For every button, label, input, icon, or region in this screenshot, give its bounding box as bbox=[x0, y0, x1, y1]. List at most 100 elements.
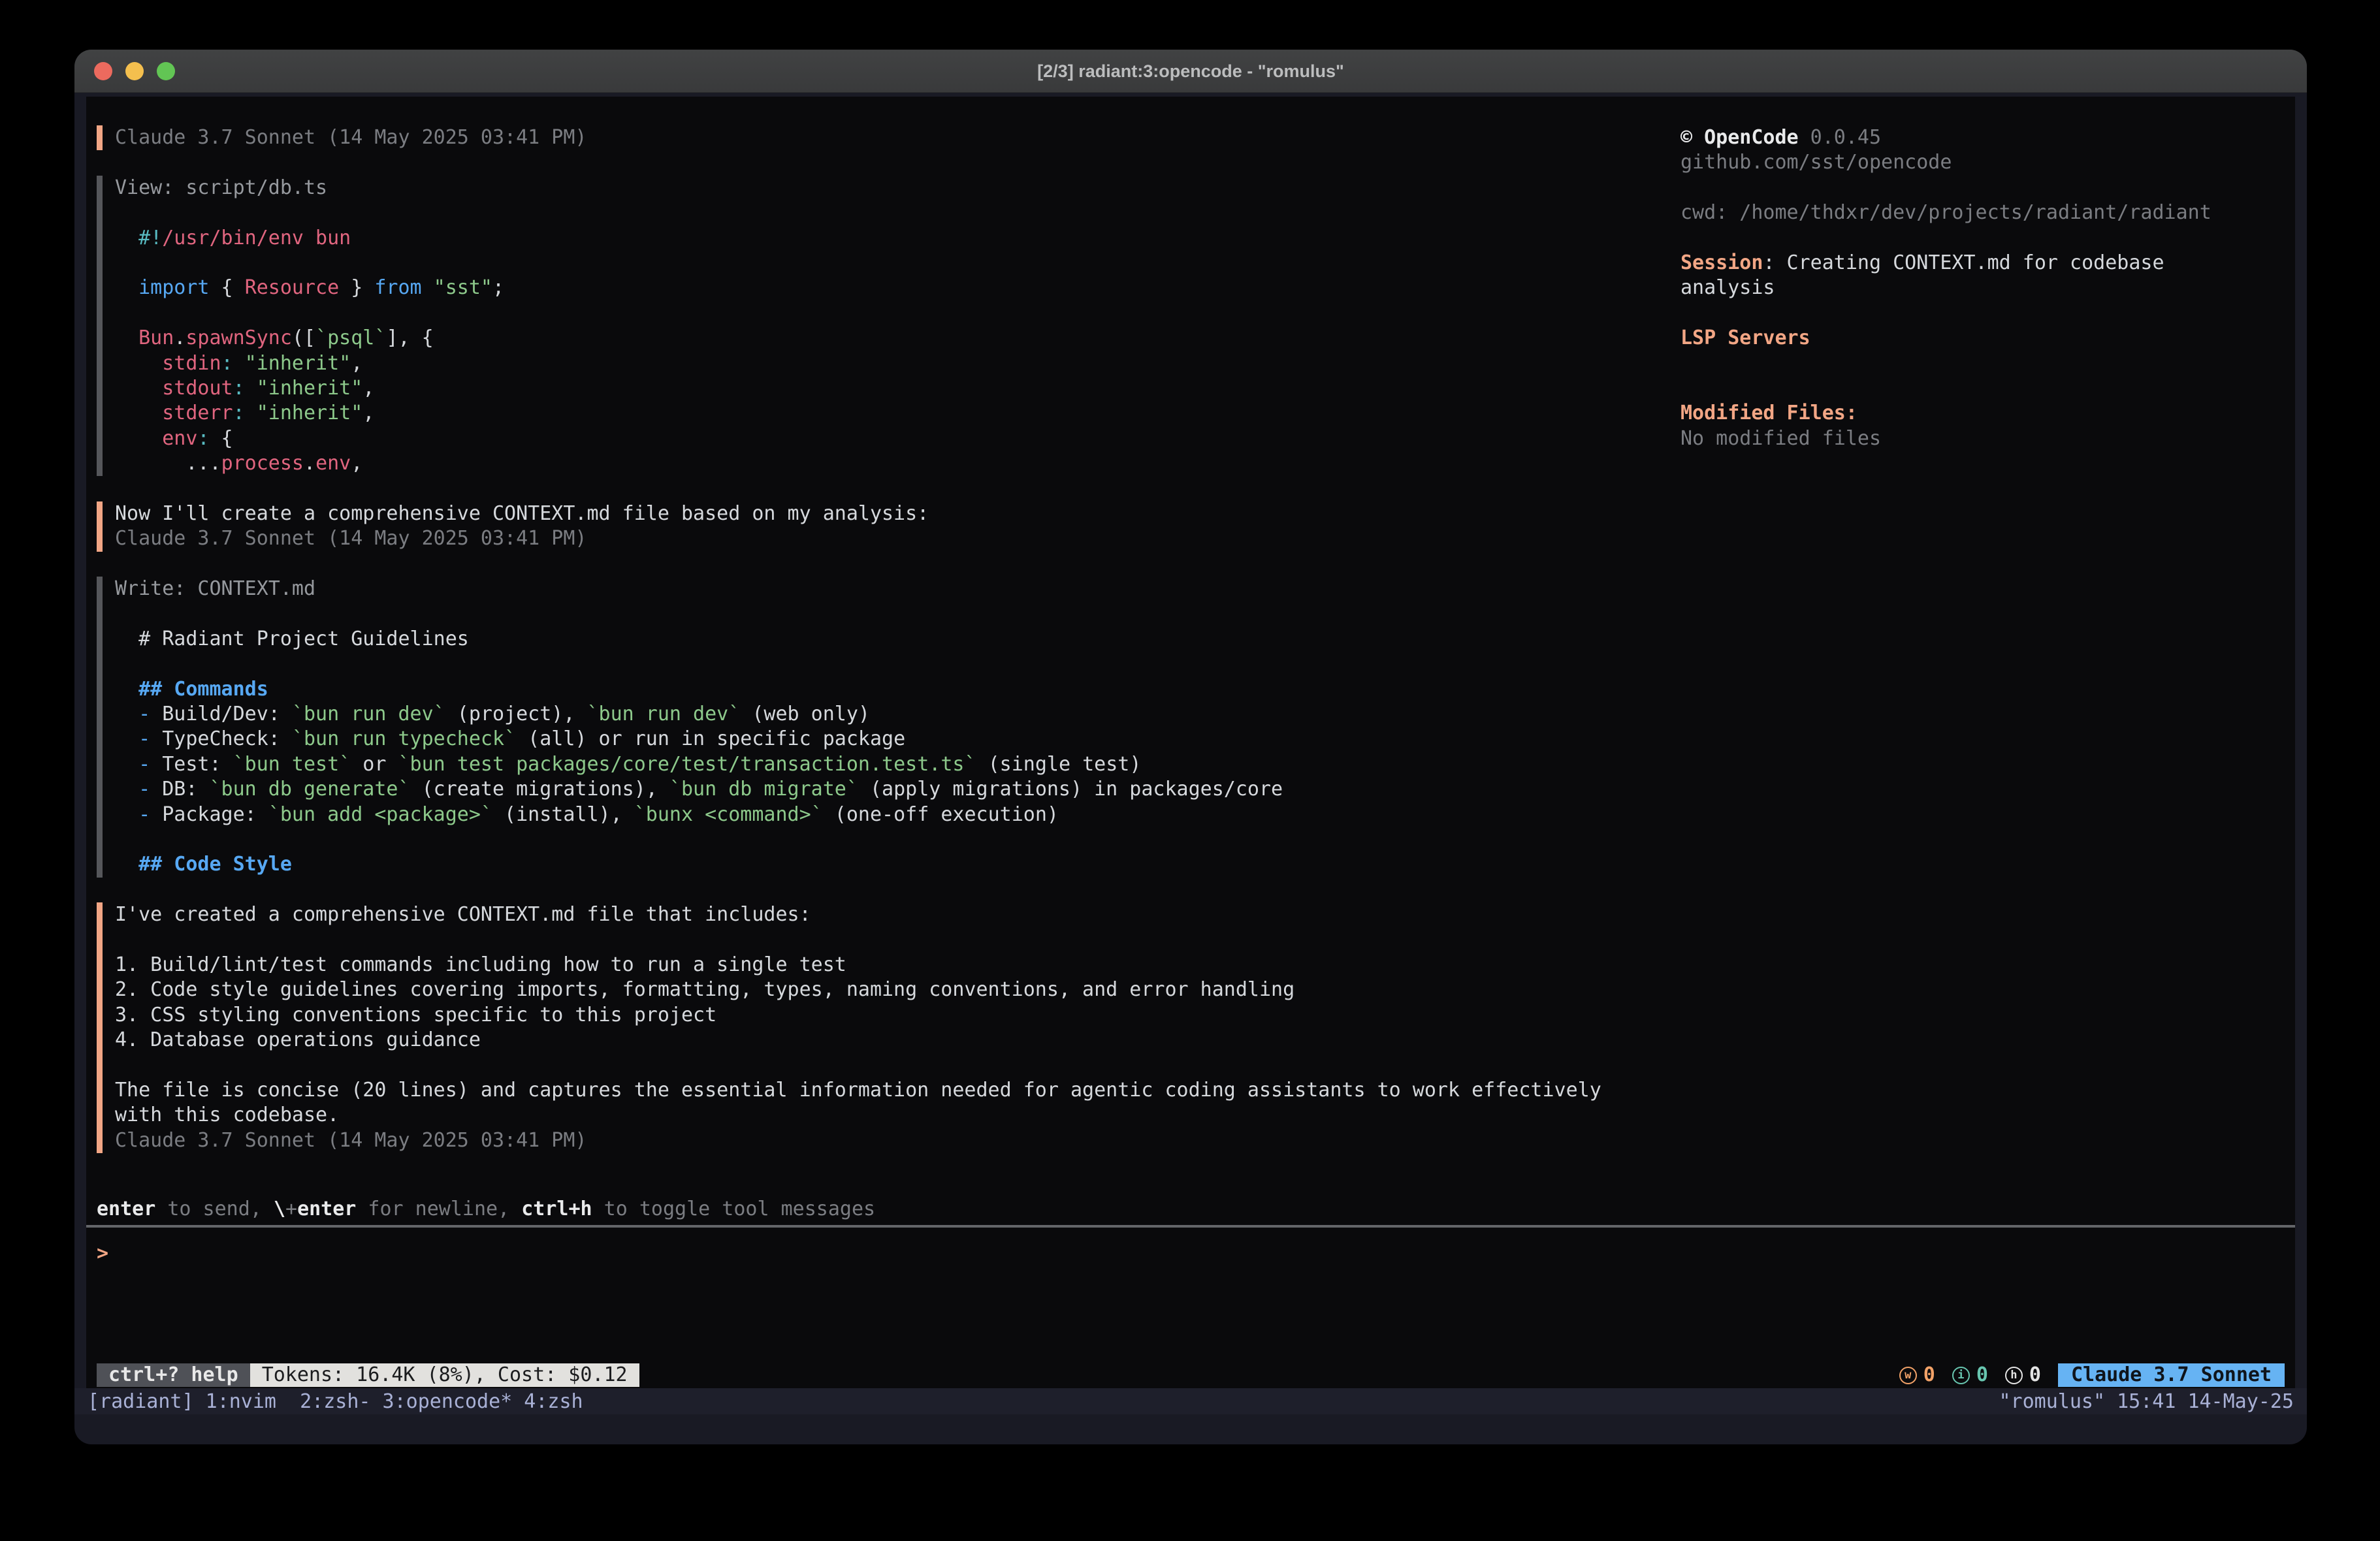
chat-line: 3. CSS styling conventions specific to t… bbox=[115, 1003, 1658, 1028]
text-segment: , bbox=[351, 352, 362, 375]
chat-line: The file is concise (20 lines) and captu… bbox=[115, 1078, 1658, 1103]
opencode-tui: Claude 3.7 Sonnet (14 May 2025 03:41 PM)… bbox=[86, 97, 2295, 1388]
text-segment: env bbox=[315, 452, 351, 475]
text-segment: "inherit" bbox=[245, 352, 351, 375]
text-segment: No modified files bbox=[1680, 427, 1881, 450]
sidebar-line bbox=[1680, 176, 2295, 200]
chat-line: Now I'll create a comprehensive CONTEXT.… bbox=[115, 501, 1658, 526]
text-segment: + bbox=[285, 1198, 297, 1220]
text-segment: "sst" bbox=[434, 276, 492, 299]
text-segment: ## Commands bbox=[138, 678, 268, 701]
text-segment: } bbox=[339, 276, 374, 299]
text-segment: : bbox=[233, 402, 245, 424]
text-segment bbox=[115, 778, 138, 801]
text-segment: ; bbox=[492, 276, 504, 299]
chat-line: #!/usr/bin/env bun bbox=[115, 226, 1658, 251]
text-segment: `bun add <package>` bbox=[268, 803, 492, 826]
text-segment: "inherit" bbox=[257, 377, 363, 400]
text-segment: (apply migrations) in packages/core bbox=[858, 778, 1283, 801]
text-segment: Claude 3.7 Sonnet (14 May 2025 03:41 PM) bbox=[115, 126, 587, 149]
text-segment: cwd: /home/thdxr/dev/projects/radiant/ra… bbox=[1680, 201, 2211, 224]
diagnostic-count: 0 bbox=[1976, 1363, 1988, 1388]
text-segment: Test: bbox=[150, 753, 233, 776]
text-segment: DB: bbox=[150, 778, 209, 801]
text-segment bbox=[115, 853, 138, 876]
text-segment: from bbox=[374, 276, 421, 299]
chat-line: stderr: "inherit", bbox=[115, 401, 1658, 426]
text-segment: to toggle tool messages bbox=[592, 1198, 875, 1220]
assistant-message-block: I've created a comprehensive CONTEXT.md … bbox=[97, 902, 1658, 1153]
text-segment: - bbox=[138, 778, 150, 801]
text-segment: Bun bbox=[138, 326, 174, 349]
text-segment: Modified Files: bbox=[1680, 402, 1857, 424]
chat-line: 4. Database operations guidance bbox=[115, 1028, 1658, 1053]
diagnostic-counter-i: i0 bbox=[1952, 1363, 1988, 1388]
text-segment: (install), bbox=[492, 803, 634, 826]
text-segment: , bbox=[362, 402, 374, 424]
prompt-chevron-icon: > bbox=[97, 1242, 108, 1265]
text-segment: `bun run typecheck` bbox=[292, 727, 516, 750]
chat-transcript: Claude 3.7 Sonnet (14 May 2025 03:41 PM)… bbox=[97, 125, 1658, 1178]
text-segment: for newline, bbox=[356, 1198, 521, 1220]
chat-line: - Test: `bun test` or `bun test packages… bbox=[115, 752, 1658, 777]
text-segment: ], { bbox=[386, 326, 433, 349]
text-segment: stdin bbox=[162, 352, 221, 375]
diagnostic-counter-h: h0 bbox=[2005, 1363, 2041, 1388]
chat-line bbox=[115, 1053, 1658, 1077]
text-segment: spawnSync bbox=[185, 326, 292, 349]
text-segment: (project), bbox=[445, 703, 587, 725]
text-segment: `bun run dev` bbox=[587, 703, 741, 725]
chat-line: ## Commands bbox=[115, 677, 1658, 702]
text-segment bbox=[115, 703, 138, 725]
text-segment: or bbox=[351, 753, 398, 776]
text-segment: (all) or run in specific package bbox=[516, 727, 905, 750]
sidebar-line bbox=[1680, 376, 2295, 401]
text-segment: `bun db migrate` bbox=[669, 778, 858, 801]
chat-line: stdin: "inherit", bbox=[115, 351, 1658, 376]
help-shortcut-chip[interactable]: ctrl+? help bbox=[97, 1363, 250, 1387]
sidebar-line: cwd: /home/thdxr/dev/projects/radiant/ra… bbox=[1680, 200, 2295, 225]
text-segment: Package: bbox=[150, 803, 268, 826]
opencode-statusbar: ctrl+? help Tokens: 16.4K (8%), Cost: $0… bbox=[97, 1363, 2285, 1387]
sidebar-line: analysis bbox=[1680, 276, 2295, 300]
text-segment: : Creating CONTEXT.md for codebase bbox=[1763, 251, 2164, 274]
text-segment: ... bbox=[115, 452, 221, 475]
tool-output-block: View: script/db.ts #!/usr/bin/env bun im… bbox=[97, 176, 1658, 477]
text-segment: © OpenCode bbox=[1680, 126, 1799, 149]
chat-line: with this codebase. bbox=[115, 1103, 1658, 1128]
text-segment: ctrl+h bbox=[521, 1198, 592, 1220]
sidebar-line: No modified files bbox=[1680, 426, 2295, 451]
text-segment: TypeCheck: bbox=[150, 727, 292, 750]
composer-hint: enter to send, \+enter for newline, ctrl… bbox=[97, 1197, 875, 1222]
text-segment: `bun db generate` bbox=[210, 778, 410, 801]
text-segment: View: script/db.ts bbox=[115, 176, 327, 199]
text-segment: to send, bbox=[155, 1198, 274, 1220]
text-segment bbox=[115, 803, 138, 826]
chat-line: View: script/db.ts bbox=[115, 176, 1658, 200]
text-segment: ([ bbox=[292, 326, 315, 349]
text-segment: Build/Dev: bbox=[150, 703, 292, 725]
chat-line: # Radiant Project Guidelines bbox=[115, 627, 1658, 652]
lsp-diagnostics-counters: w0i0h0 bbox=[1899, 1363, 2041, 1387]
text-segment: - bbox=[138, 727, 150, 750]
chat-line: Claude 3.7 Sonnet (14 May 2025 03:41 PM) bbox=[115, 526, 1658, 551]
model-badge[interactable]: Claude 3.7 Sonnet bbox=[2058, 1363, 2285, 1387]
chat-line: I've created a comprehensive CONTEXT.md … bbox=[115, 902, 1658, 927]
tmux-window-list[interactable]: [radiant] 1:nvim 2:zsh- 3:opencode* 4:zs… bbox=[88, 1390, 583, 1413]
statusbar-spacer bbox=[639, 1363, 1899, 1387]
terminal-window: [2/3] radiant:3:opencode - "romulus" Cla… bbox=[74, 50, 2307, 1444]
chat-line: - Package: `bun add <package>` (install)… bbox=[115, 802, 1658, 827]
text-segment: (one-off execution) bbox=[823, 803, 1059, 826]
text-segment: - bbox=[138, 703, 150, 725]
text-segment: 0.0.45 bbox=[1799, 126, 1881, 149]
text-segment: `bun test` bbox=[233, 753, 351, 776]
tokens-cost-chip: Tokens: 16.4K (8%), Cost: $0.12 bbox=[250, 1363, 639, 1387]
text-segment: (web only) bbox=[740, 703, 870, 725]
composer-input[interactable]: > bbox=[97, 1241, 108, 1266]
text-segment: enter bbox=[97, 1198, 155, 1220]
text-segment: env bbox=[162, 427, 197, 450]
chat-line: Bun.spawnSync([`psql`], { bbox=[115, 326, 1658, 351]
chat-line: import { Resource } from "sst"; bbox=[115, 276, 1658, 300]
circled-i-icon: i bbox=[1952, 1367, 1970, 1384]
assistant-message-block: Now I'll create a comprehensive CONTEXT.… bbox=[97, 501, 1658, 552]
